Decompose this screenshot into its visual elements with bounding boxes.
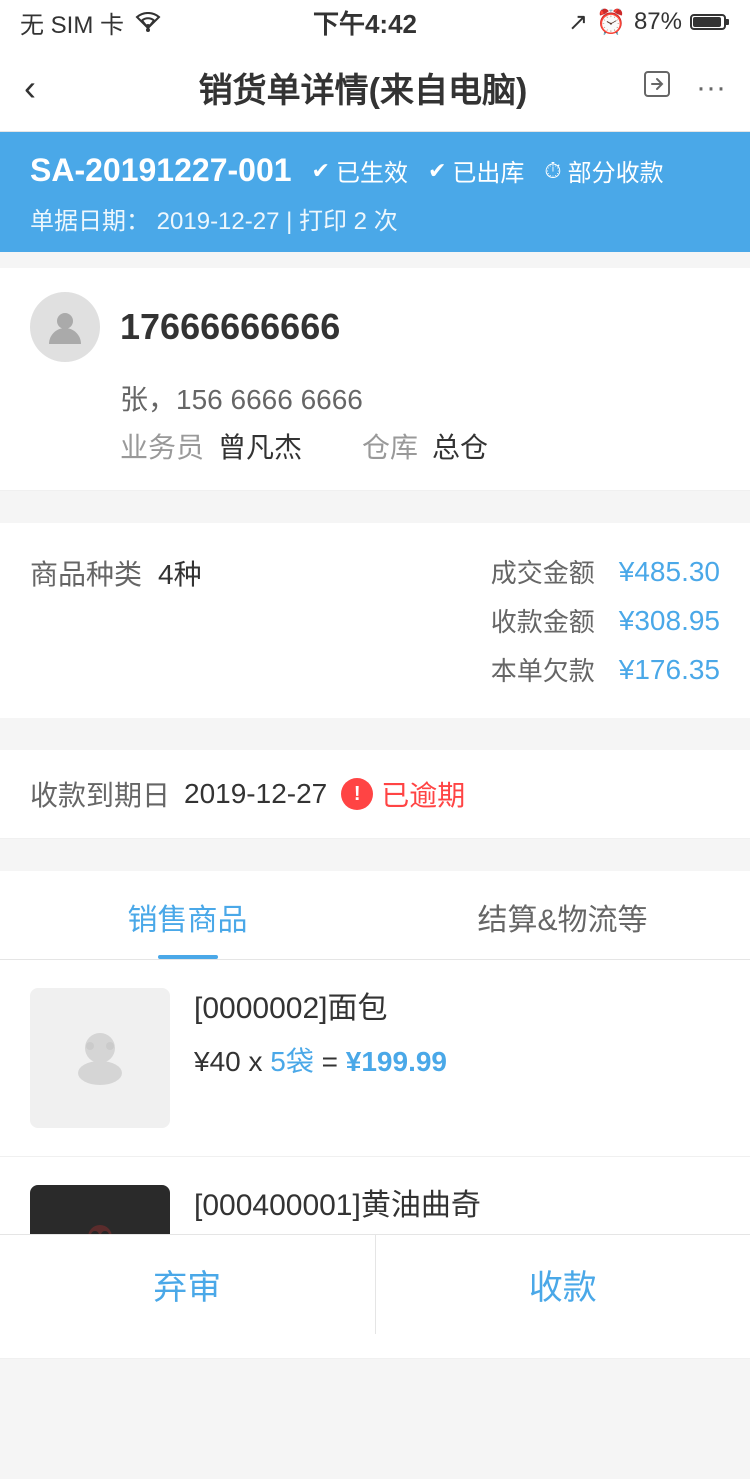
avatar-icon bbox=[44, 306, 86, 348]
product-name-1: [0000002]面包 bbox=[194, 988, 720, 1030]
due-date-value: 2019-12-27 bbox=[184, 778, 327, 810]
location-icon: ↗ bbox=[568, 8, 588, 37]
cancel-button[interactable]: 弃审 bbox=[0, 1235, 376, 1334]
divider-4 bbox=[0, 839, 750, 855]
back-button[interactable]: ‹ bbox=[24, 67, 84, 109]
product-price-1: ¥40 x 5袋 = ¥199.99 bbox=[194, 1040, 720, 1080]
status-bar: 无 SIM 卡 下午4:42 ↗ ⏰ 87% bbox=[0, 0, 750, 44]
header-banner: SA-20191227-001 ✔ 已生效 ✔ 已出库 ⏱ 部分收款 单据日期：… bbox=[0, 132, 750, 252]
sales-meta: 业务员 曾凡杰 bbox=[120, 426, 302, 466]
battery-icon bbox=[690, 12, 730, 32]
debt-value: ¥176.35 bbox=[619, 654, 720, 686]
status-right: ↗ ⏰ 87% bbox=[568, 8, 730, 37]
status-left: 无 SIM 卡 bbox=[20, 5, 162, 40]
due-date-label: 收款到期日 bbox=[30, 774, 170, 814]
order-id: SA-20191227-001 bbox=[30, 152, 292, 189]
overdue-icon: ! bbox=[341, 778, 373, 810]
divider-1 bbox=[0, 252, 750, 268]
tabs-section: 销售商品 结算&物流等 bbox=[0, 871, 750, 960]
stats-right: 成交金额 ¥485.30 收款金额 ¥308.95 本单欠款 ¥176.35 bbox=[491, 553, 720, 688]
date-label: 单据日期： bbox=[30, 208, 150, 235]
customer-meta: 业务员 曾凡杰 仓库 总仓 bbox=[120, 426, 720, 466]
product-name-2: [000400001]黄油曲奇 bbox=[194, 1185, 720, 1227]
customer-avatar bbox=[30, 292, 100, 362]
overdue-text: 已逾期 bbox=[381, 774, 465, 814]
product-thumbnail-1 bbox=[30, 988, 170, 1128]
price-qty-1: 5袋 bbox=[270, 1046, 314, 1077]
clock-icon: ⏱ bbox=[544, 158, 561, 184]
warehouse-meta: 仓库 总仓 bbox=[362, 426, 488, 466]
product-item-1: [0000002]面包 ¥40 x 5袋 = ¥199.99 bbox=[0, 960, 750, 1157]
battery-text: 87% bbox=[634, 8, 682, 36]
product-type-value: 4种 bbox=[158, 553, 202, 593]
alarm-icon: ⏰ bbox=[596, 8, 626, 37]
deal-amount-row: 成交金额 ¥485.30 bbox=[491, 553, 720, 590]
overdue-badge: ! 已逾期 bbox=[341, 774, 465, 814]
order-date: 2019-12-27 bbox=[157, 208, 280, 235]
header-bottom: 单据日期： 2019-12-27 | 打印 2 次 bbox=[30, 201, 720, 236]
status-shipped: ✔ 已出库 bbox=[428, 153, 524, 188]
nav-actions: ··· bbox=[642, 69, 726, 107]
share-button[interactable] bbox=[642, 69, 672, 107]
warehouse-name: 总仓 bbox=[432, 426, 488, 466]
bottom-bar: 弃审 收款 bbox=[0, 1234, 750, 1334]
sales-name: 曾凡杰 bbox=[218, 426, 302, 466]
header-top: SA-20191227-001 ✔ 已生效 ✔ 已出库 ⏱ 部分收款 bbox=[30, 152, 720, 189]
price-base-1: ¥40 x bbox=[194, 1046, 270, 1077]
debt-row: 本单欠款 ¥176.35 bbox=[491, 651, 720, 688]
deal-amount-value: ¥485.30 bbox=[619, 556, 720, 588]
status-partial: ⏱ 部分收款 bbox=[544, 153, 663, 188]
product-info-1: [0000002]面包 ¥40 x 5袋 = ¥199.99 bbox=[194, 988, 720, 1080]
customer-section: 17666666666 张，156 6666 6666 业务员 曾凡杰 仓库 总… bbox=[0, 268, 750, 491]
tab-settlement[interactable]: 结算&物流等 bbox=[375, 871, 750, 959]
more-button[interactable]: ··· bbox=[696, 71, 726, 105]
customer-name-phone: 张，156 6666 6666 bbox=[120, 378, 720, 418]
customer-row: 17666666666 bbox=[30, 292, 720, 362]
product-image-placeholder-1 bbox=[60, 1018, 140, 1098]
check-icon-1: ✔ bbox=[312, 158, 330, 184]
wifi-icon bbox=[134, 12, 162, 32]
stats-section: 商品种类 4种 成交金额 ¥485.30 收款金额 ¥308.95 本单欠款 ¥… bbox=[0, 523, 750, 718]
sales-label: 业务员 bbox=[120, 426, 204, 466]
due-section: 收款到期日 2019-12-27 ! 已逾期 bbox=[0, 750, 750, 839]
debt-label: 本单欠款 bbox=[491, 651, 595, 688]
page-title: 销货单详情(来自电脑) bbox=[84, 63, 642, 112]
stats-left: 商品种类 4种 bbox=[30, 553, 202, 593]
bottom-spacer bbox=[0, 1359, 750, 1479]
price-sep-1: = bbox=[314, 1046, 346, 1077]
nav-bar: ‹ 销货单详情(来自电脑) ··· bbox=[0, 44, 750, 132]
divider-2 bbox=[0, 491, 750, 507]
check-icon-2: ✔ bbox=[428, 158, 446, 184]
collect-amount-row: 收款金额 ¥308.95 bbox=[491, 602, 720, 639]
collect-amount-label: 收款金额 bbox=[491, 602, 595, 639]
carrier-text: 无 SIM 卡 bbox=[20, 5, 124, 40]
customer-phone: 17666666666 bbox=[120, 306, 340, 348]
price-total-1: ¥199.99 bbox=[346, 1046, 447, 1077]
divider-3 bbox=[0, 718, 750, 734]
status-time: 下午4:42 bbox=[313, 4, 417, 41]
collect-amount-value: ¥308.95 bbox=[619, 605, 720, 637]
tab-products[interactable]: 销售商品 bbox=[0, 871, 375, 959]
print-info: | 打印 2 次 bbox=[286, 208, 398, 235]
collect-button[interactable]: 收款 bbox=[376, 1235, 750, 1334]
product-type-label: 商品种类 bbox=[30, 553, 142, 593]
deal-amount-label: 成交金额 bbox=[491, 553, 595, 590]
status-effective: ✔ 已生效 bbox=[312, 153, 408, 188]
warehouse-label: 仓库 bbox=[362, 426, 418, 466]
